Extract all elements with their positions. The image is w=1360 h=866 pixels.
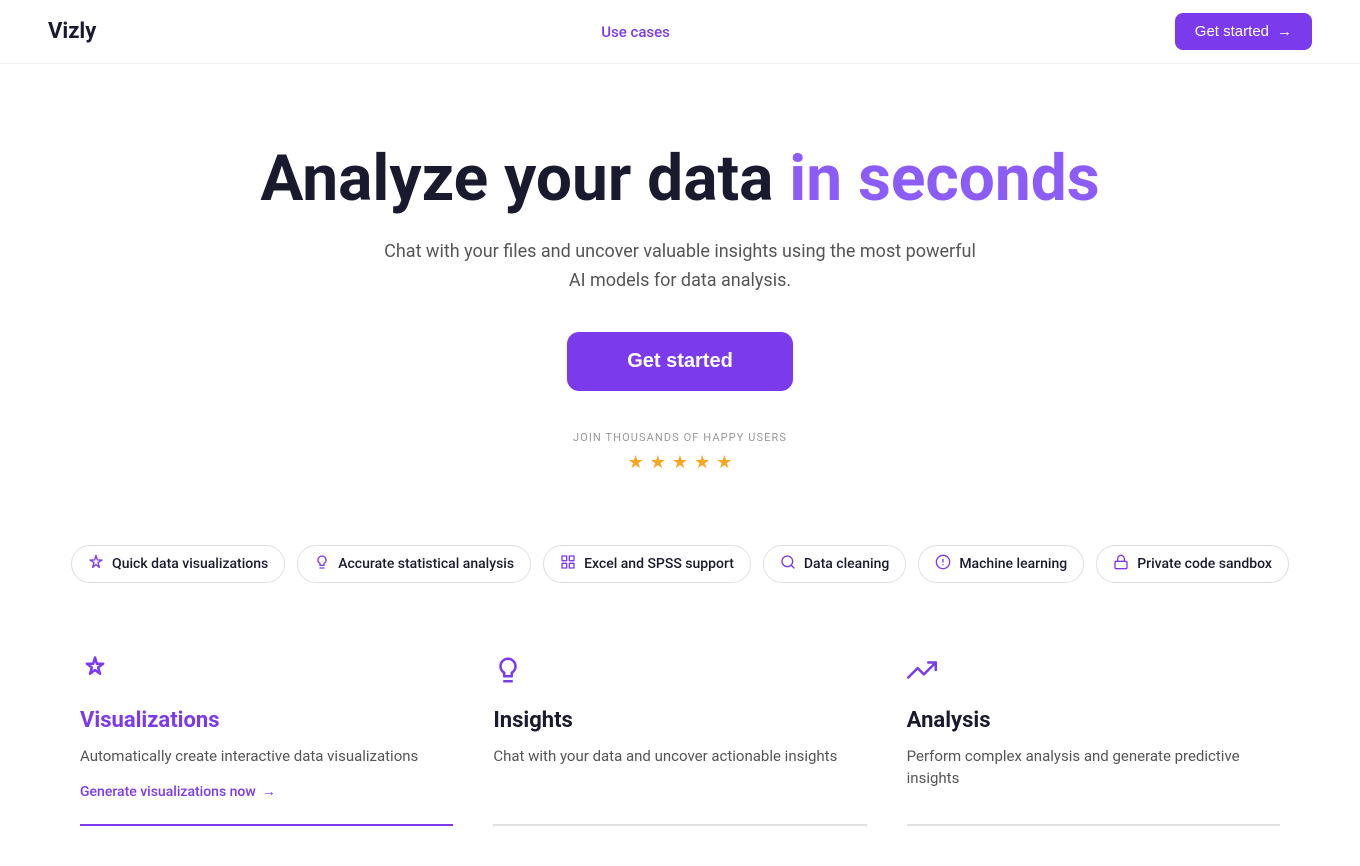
feature-title-viz: Visualizations (80, 708, 453, 733)
social-proof: JOIN THOUSANDS OF HAPPY USERS ★ ★ ★ ★ ★ (48, 431, 1312, 473)
badge-label: Quick data visualizations (112, 556, 268, 572)
feature-desc-analysis: Perform complex analysis and generate pr… (907, 745, 1280, 790)
feature-title-analysis: Analysis (907, 708, 1280, 733)
lock-icon (1113, 554, 1129, 574)
hero-section: Analyze your data in seconds Chat with y… (0, 64, 1360, 513)
feature-card-insights: Insights Chat with your data and uncover… (493, 655, 866, 827)
social-proof-label: JOIN THOUSANDS OF HAPPY USERS (48, 431, 1312, 444)
search-icon (780, 554, 796, 574)
star-4: ★ (694, 452, 710, 473)
visualizations-icon (80, 655, 453, 692)
analysis-icon (907, 655, 1280, 692)
nav-get-started-button[interactable]: Get started → (1175, 13, 1312, 50)
hero-get-started-button[interactable]: Get started (567, 332, 793, 391)
star-1: ★ (628, 452, 644, 473)
feature-card-analysis: Analysis Perform complex analysis and ge… (907, 655, 1280, 827)
badge-label: Machine learning (959, 556, 1067, 572)
features-section: Visualizations Automatically create inte… (0, 615, 1360, 866)
hero-title-accent: in seconds (789, 141, 1099, 216)
star-5: ★ (716, 452, 732, 473)
badge-label: Accurate statistical analysis (338, 556, 514, 572)
star-rating: ★ ★ ★ ★ ★ (48, 452, 1312, 473)
logo: Vizly (48, 19, 96, 44)
badge-cleaning: Data cleaning (763, 545, 906, 583)
feature-badges: Quick data visualizations Accurate stati… (0, 513, 1360, 615)
badge-sandbox: Private code sandbox (1096, 545, 1289, 583)
hero-title: Analyze your data in seconds (48, 144, 1312, 214)
feature-desc-viz: Automatically create interactive data vi… (80, 745, 453, 768)
bulb-icon (314, 554, 330, 574)
badge-ml: Machine learning (918, 545, 1084, 583)
hero-subtitle: Chat with your files and uncover valuabl… (380, 238, 980, 296)
badge-statistical: Accurate statistical analysis (297, 545, 531, 583)
nav-link-use-cases[interactable]: Use cases (601, 23, 670, 41)
insights-icon (493, 655, 866, 692)
star-3: ★ (672, 452, 688, 473)
badge-label: Data cleaning (804, 556, 889, 572)
sparkle-icon (88, 554, 104, 574)
info-icon (935, 554, 951, 574)
badge-label: Private code sandbox (1137, 556, 1272, 572)
badge-quick-viz: Quick data visualizations (71, 545, 285, 583)
badge-excel: Excel and SPSS support (543, 545, 751, 583)
navbar: Vizly Use cases Get started → (0, 0, 1360, 64)
feature-title-insights: Insights (493, 708, 866, 733)
grid-icon (560, 554, 576, 574)
feature-card-visualizations: Visualizations Automatically create inte… (80, 655, 453, 827)
nav-links: Use cases (601, 22, 670, 41)
feature-desc-insights: Chat with your data and uncover actionab… (493, 745, 866, 768)
feature-link-viz[interactable]: Generate visualizations now → (80, 783, 453, 800)
star-2: ★ (650, 452, 666, 473)
badge-label: Excel and SPSS support (584, 556, 734, 572)
